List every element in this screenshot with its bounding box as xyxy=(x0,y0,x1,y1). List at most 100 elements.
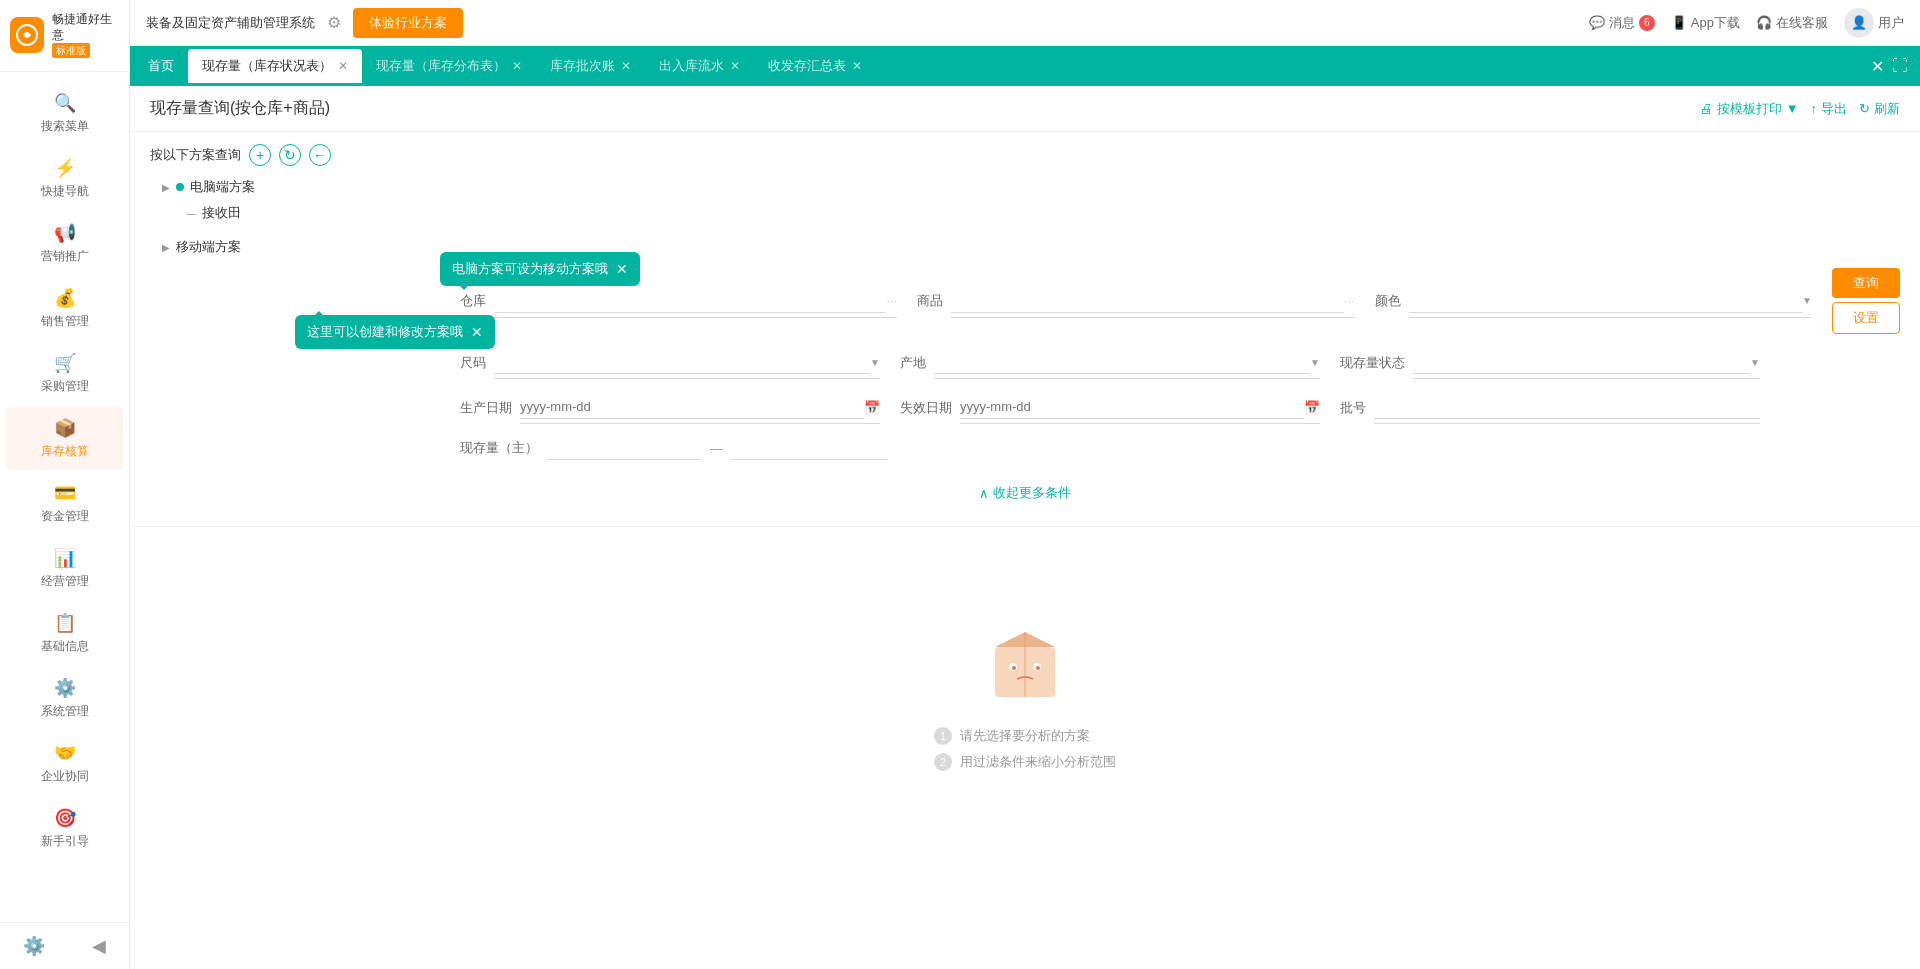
scheme-desktop[interactable]: ▶ 电脑端方案 xyxy=(158,176,1900,198)
avatar: 👤 xyxy=(1844,8,1874,38)
reset-button[interactable]: 设置 xyxy=(1832,302,1900,334)
app-download-action[interactable]: 📱 App下载 xyxy=(1671,14,1740,32)
tab-close-inventory-status[interactable]: ✕ xyxy=(338,59,348,73)
headset-icon: 🎧 xyxy=(1756,15,1772,30)
tooltip2-close[interactable]: ✕ xyxy=(471,324,483,340)
tab-close-distribution[interactable]: ✕ xyxy=(512,59,522,73)
scheme-dot xyxy=(176,183,184,191)
sidebar-item-search[interactable]: 🔍 搜索菜单 xyxy=(6,82,123,145)
scheme-expand-icon: ▶ xyxy=(162,182,170,193)
goods-dots[interactable]: ··· xyxy=(1344,293,1355,308)
filter-header: 按以下方案查询 + ↻ ← 电脑方案可设为移动方案哦 ✕ xyxy=(150,144,1900,166)
tab-inout-flow[interactable]: 出入库流水 ✕ xyxy=(645,49,754,83)
tab-close-summary[interactable]: ✕ xyxy=(852,59,862,73)
scheme-desktop-child-item[interactable]: — 接收田 xyxy=(182,202,1900,224)
color-label: 颜色 xyxy=(1375,292,1401,310)
warehouse-input[interactable] xyxy=(494,289,886,313)
filter-add-button[interactable]: + xyxy=(249,144,271,166)
size-dropdown-icon[interactable]: ▼ xyxy=(870,357,880,368)
stock-status-dropdown-icon[interactable]: ▼ xyxy=(1750,357,1760,368)
sidebar-item-finance[interactable]: 💳 资金管理 xyxy=(6,472,123,535)
produce-date-calendar-icon[interactable]: 📅 xyxy=(864,400,880,415)
sidebar-item-system[interactable]: ⚙️ 系统管理 xyxy=(6,667,123,730)
tab-bar: 首页 现存量（库存状况表） ✕ 现存量（库存分布表） ✕ 库存批次账 ✕ 出入库… xyxy=(130,46,1920,86)
expire-date-field: 失效日期 📅 xyxy=(900,391,1320,424)
sidebar: 畅捷通好生意 标准版 🔍 搜索菜单 ⚡ 快捷导航 📢 营销推广 💰 销售管理 xyxy=(0,0,130,969)
stock-main-separator: — xyxy=(710,441,723,456)
sidebar-item-inventory[interactable]: 📦 库存核算 xyxy=(6,407,123,470)
produce-date-field: 生产日期 📅 xyxy=(460,391,880,424)
filter-section: 按以下方案查询 + ↻ ← 电脑方案可设为移动方案哦 ✕ ▶ 电脑端方案 xyxy=(130,132,1920,527)
sidebar-item-quick-nav[interactable]: ⚡ 快捷导航 xyxy=(6,147,123,210)
logo-area: 畅捷通好生意 标准版 xyxy=(0,0,129,72)
refresh-button[interactable]: ↻ 刷新 xyxy=(1859,100,1900,118)
color-input[interactable] xyxy=(1409,289,1802,313)
color-dropdown-icon[interactable]: ▼ xyxy=(1802,295,1812,306)
tooltip1-close[interactable]: ✕ xyxy=(616,261,628,277)
stock-status-label: 现存量状态 xyxy=(1340,354,1405,372)
origin-dropdown-icon[interactable]: ▼ xyxy=(1310,357,1320,368)
tab-inventory-distribution[interactable]: 现存量（库存分布表） ✕ xyxy=(362,49,536,83)
main-content: 装备及固定资产辅助管理系统 ⚙ 体验行业方案 💬 消息 6 📱 App下载 🎧 … xyxy=(130,0,1920,969)
stock-main-to-input[interactable] xyxy=(731,436,887,460)
goods-input[interactable] xyxy=(951,289,1343,313)
stock-main-from-input[interactable] xyxy=(546,436,702,460)
finance-icon: 💳 xyxy=(54,482,76,504)
settings-icon[interactable]: ⚙️ xyxy=(23,935,45,957)
header-settings-icon[interactable]: ⚙ xyxy=(327,13,341,32)
size-field: 尺码 ▼ xyxy=(460,346,880,379)
tab-batch-account[interactable]: 库存批次账 ✕ xyxy=(536,49,645,83)
tab-inventory-status[interactable]: 现存量（库存状况表） ✕ xyxy=(188,49,362,83)
print-button[interactable]: 🖨 按模板打印 ▼ xyxy=(1700,100,1799,118)
sidebar-item-marketing[interactable]: 📢 营销推广 xyxy=(6,212,123,275)
scheme-mobile[interactable]: ▶ 移动端方案 xyxy=(158,236,1900,258)
online-support-action[interactable]: 🎧 在线客服 xyxy=(1756,14,1828,32)
basic-info-icon: 📋 xyxy=(54,612,76,634)
sidebar-nav: 🔍 搜索菜单 ⚡ 快捷导航 📢 营销推广 💰 销售管理 🛒 采购管理 📦 xyxy=(0,72,129,922)
expire-date-input[interactable] xyxy=(960,395,1304,419)
inventory-icon: 📦 xyxy=(54,417,76,439)
collapse-up-icon: ∧ xyxy=(979,486,989,501)
sidebar-item-enterprise[interactable]: 🤝 企业协同 xyxy=(6,732,123,795)
empty-step-1: 1 请先选择要分析的方案 xyxy=(934,727,1116,745)
user-avatar-action[interactable]: 👤 用户 xyxy=(1844,8,1904,38)
enterprise-icon: 🤝 xyxy=(54,742,76,764)
sidebar-item-basic-info[interactable]: 📋 基础信息 xyxy=(6,602,123,665)
empty-state: 1 请先选择要分析的方案 2 用过滤条件来缩小分析范围 xyxy=(130,527,1920,851)
collapse-icon[interactable]: ◀ xyxy=(92,935,106,957)
tab-bar-actions: ✕ ⛶ xyxy=(1871,57,1916,76)
search-button[interactable]: 查询 xyxy=(1832,268,1900,298)
sidebar-item-management[interactable]: 📊 经营管理 xyxy=(6,537,123,600)
goods-label: 商品 xyxy=(917,292,943,310)
stock-status-input[interactable] xyxy=(1413,350,1750,374)
batch-input[interactable] xyxy=(1374,395,1760,419)
filter-back-button[interactable]: ← xyxy=(309,144,331,166)
tab-close-batch[interactable]: ✕ xyxy=(621,59,631,73)
tab-expand-icon[interactable]: ⛶ xyxy=(1892,57,1908,75)
tab-summary[interactable]: 收发存汇总表 ✕ xyxy=(754,49,876,83)
message-action[interactable]: 💬 消息 6 xyxy=(1589,14,1655,32)
trial-button[interactable]: 体验行业方案 xyxy=(353,8,463,38)
marketing-icon: 📢 xyxy=(54,222,76,244)
produce-date-input[interactable] xyxy=(520,395,864,419)
warehouse-dots[interactable]: ··· xyxy=(886,293,897,308)
empty-icon xyxy=(975,607,1075,707)
collapse-button[interactable]: ∧ 收起更多条件 xyxy=(979,484,1071,502)
origin-input[interactable] xyxy=(934,350,1310,374)
sidebar-item-guide[interactable]: 🎯 新手引导 xyxy=(6,797,123,860)
sidebar-item-purchase[interactable]: 🛒 采购管理 xyxy=(6,342,123,405)
page-header: 现存量查询(按仓库+商品) 🖨 按模板打印 ▼ ↑ 导出 ↻ 刷新 xyxy=(130,86,1920,132)
sidebar-item-sales[interactable]: 💰 销售管理 xyxy=(6,277,123,340)
tab-home[interactable]: 首页 xyxy=(134,49,188,83)
size-input[interactable] xyxy=(494,350,870,374)
filter-refresh-button[interactable]: ↻ xyxy=(279,144,301,166)
page-title: 现存量查询(按仓库+商品) xyxy=(150,98,330,119)
tab-close-inout[interactable]: ✕ xyxy=(730,59,740,73)
scheme-desktop-child: — 接收田 xyxy=(182,202,1900,224)
print-icon: 🖨 xyxy=(1700,101,1713,116)
page-content: 现存量查询(按仓库+商品) 🖨 按模板打印 ▼ ↑ 导出 ↻ 刷新 xyxy=(130,86,1920,969)
page-actions: 🖨 按模板打印 ▼ ↑ 导出 ↻ 刷新 xyxy=(1700,100,1900,118)
tab-close-all-icon[interactable]: ✕ xyxy=(1871,57,1884,76)
export-button[interactable]: ↑ 导出 xyxy=(1811,100,1848,118)
expire-date-calendar-icon[interactable]: 📅 xyxy=(1304,400,1320,415)
